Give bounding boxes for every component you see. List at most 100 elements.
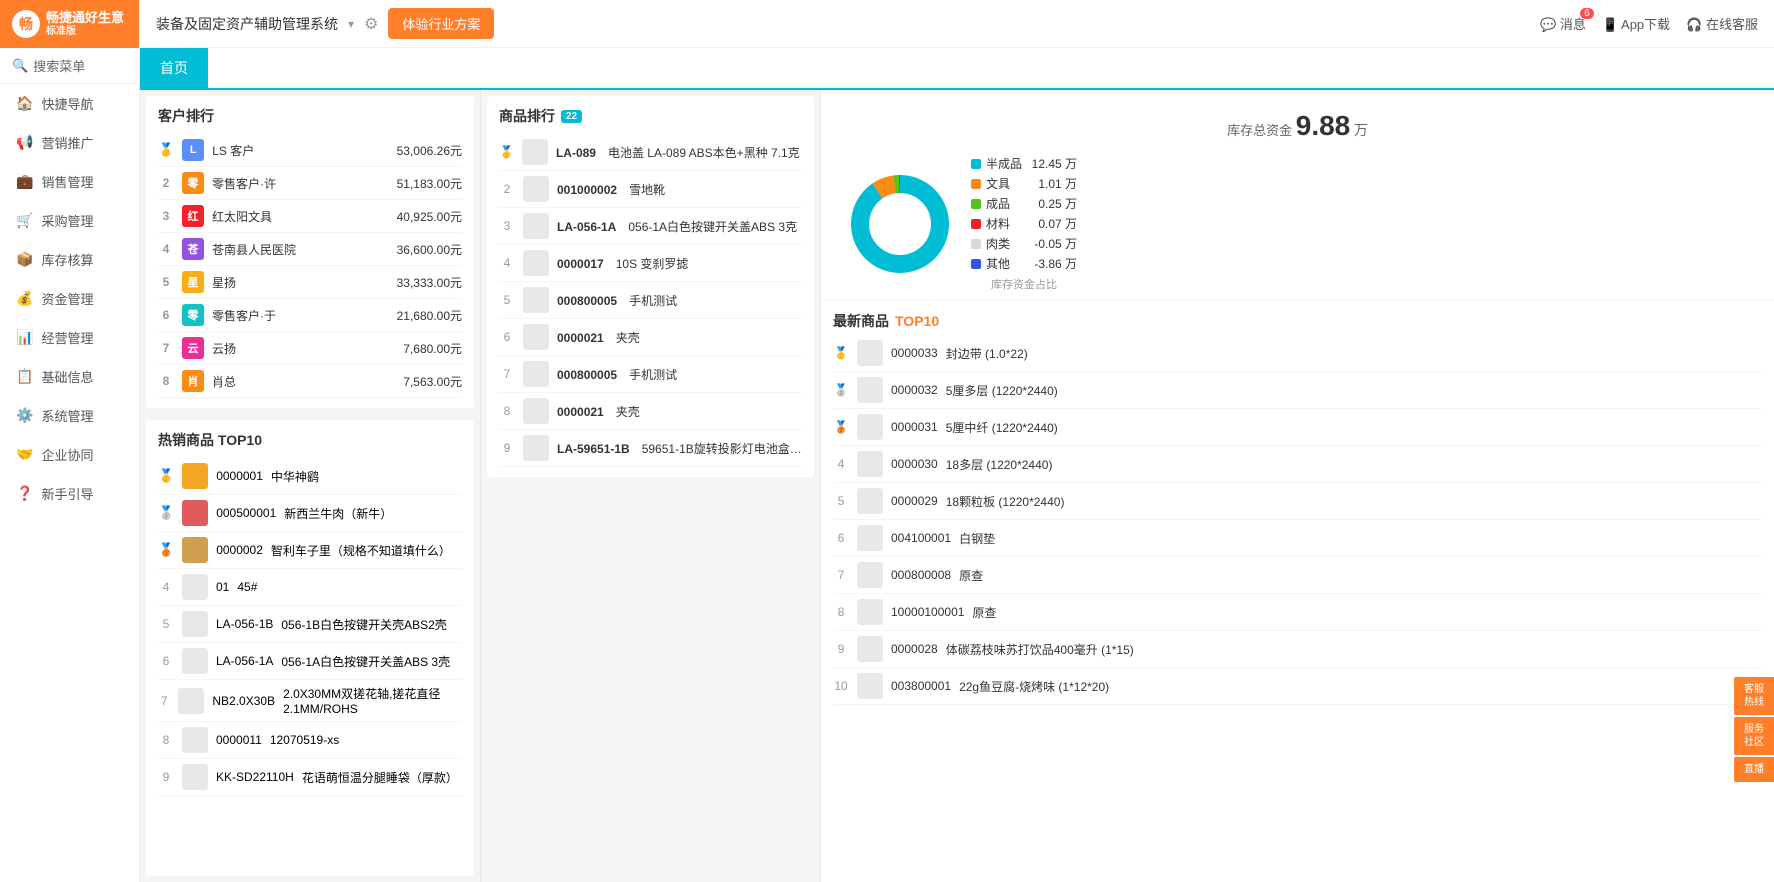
left-panel: 客户排行 🥇 L LS 客户 53,006.26元 2 零 零售客户·许 51,… (140, 90, 480, 882)
new-prod-name-9: 体碳荔枝味苏打饮品400毫升 (1*15) (946, 641, 1134, 658)
sidebar: 畅 畅捷通好生意 标准版 🔍 搜索菜单 🏠 快捷导航 📢 营销推广 💼 销售管理… (0, 0, 140, 882)
legend-val-6: -3.86 万 (1027, 255, 1077, 272)
content-grid: 客户排行 🥇 L LS 客户 53,006.26元 2 零 零售客户·许 51,… (140, 90, 1774, 882)
inventory-legend: 半成品 12.45 万 文具 1.01 万 成品 0 (971, 155, 1077, 292)
sidebar-item-inventory[interactable]: 📦 库存核算 (0, 240, 139, 279)
app-download-label: App下载 (1621, 17, 1670, 32)
customer-avatar-5: 星 (182, 271, 204, 293)
sidebar-logo: 畅 畅捷通好生意 标准版 (0, 0, 139, 48)
customer-rank-item-5: 5 星 星扬 33,333.00元 (158, 266, 462, 299)
customer-rank-item-2: 2 零 零售客户·许 51,183.00元 (158, 167, 462, 200)
product-rank-badge: 22 (561, 110, 582, 123)
prod-num-5: 5 (499, 293, 515, 307)
customer-value-1: 53,006.26元 (397, 142, 462, 159)
sidebar-item-purchase[interactable]: 🛒 采购管理 (0, 201, 139, 240)
hot-products-title: 热销商品 TOP10 (158, 430, 462, 450)
sidebar-item-finance[interactable]: 💰 资金管理 (0, 279, 139, 318)
new-prod-code-7: 000800008 (891, 568, 951, 582)
inventory-chart-label: 库存资金占比 (971, 276, 1077, 292)
collab-icon: 🤝 (16, 446, 33, 463)
customer-name-6: 零售客户·于 (212, 307, 389, 324)
float-service-hotline[interactable]: 客服热线 (1734, 677, 1774, 715)
product-ranking-list: 🥇 LA-089 电池盖 LA-089 ABS本色+黑种 7.1克 2 0010… (499, 134, 802, 467)
new-prod-4: 4 0000030 18多层 (1220*2440) (833, 446, 1762, 483)
hot-img-7 (178, 688, 204, 714)
customer-name-1: LS 客户 (212, 142, 388, 159)
new-prod-icon-6 (857, 525, 883, 551)
sidebar-label-marketing: 营销推广 (41, 133, 123, 152)
hot-item-8: 8 0000011 12070519-xs (158, 722, 462, 759)
new-rank-6: 6 (833, 531, 849, 545)
hot-item-4: 4 01 45# (158, 569, 462, 606)
sidebar-item-collab[interactable]: 🤝 企业协同 (0, 435, 139, 474)
prod-rank-1: 🥇 LA-089 电池盖 LA-089 ABS本色+黑种 7.1克 (499, 134, 802, 171)
hot-rank-6: 6 (158, 654, 174, 668)
legend-item-2: 文具 1.01 万 (971, 175, 1077, 192)
phone-icon: 📱 (1602, 17, 1618, 32)
online-service-item[interactable]: 🎧 在线客服 (1686, 14, 1758, 33)
rank-num-2: 2 (158, 176, 174, 190)
float-service-community[interactable]: 服务社区 (1734, 717, 1774, 755)
hot-rank-5: 5 (158, 617, 174, 631)
legend-dot-6 (971, 259, 981, 269)
sidebar-item-quicknav[interactable]: 🏠 快捷导航 (0, 84, 139, 123)
hot-item-5: 5 LA-056-1B 056-1B白色按键开关壳ABS2壳 (158, 606, 462, 643)
customer-value-7: 7,680.00元 (403, 340, 462, 357)
customer-avatar-3: 红 (182, 205, 204, 227)
tab-home[interactable]: 首页 (140, 48, 208, 88)
prod-name-3: LA-056-1A 056-1A白色按键开关盖ABS 3克 (557, 218, 802, 235)
customer-name-3: 红太阳文具 (212, 208, 389, 225)
message-badge: 6 (1580, 8, 1594, 19)
new-prod-icon-9 (857, 636, 883, 662)
settings-icon[interactable]: ⚙ (364, 14, 378, 34)
hot-code-8: 0000011 (216, 733, 262, 747)
inventory-value: 9.88 (1296, 110, 1351, 141)
prod-img-9 (523, 435, 549, 461)
mid-panel: 商品排行 22 🥇 LA-089 电池盖 LA-089 ABS本色+黑种 7.1… (480, 90, 820, 882)
legend-dot-3 (971, 199, 981, 209)
legend-item-1: 半成品 12.45 万 (971, 155, 1077, 172)
prod-name-9: LA-59651-1B 59651-1B旋转投影灯电池盒ABS黑色+58克 (557, 440, 802, 457)
customer-avatar-8: 肖 (182, 370, 204, 392)
hot-name-1: 中华神鹞 (271, 468, 319, 485)
hot-name-6: 056-1A白色按键开关盖ABS 3壳 (281, 653, 450, 670)
prod-num-9: 9 (499, 441, 515, 455)
dropdown-arrow-icon[interactable]: ▾ (348, 17, 354, 31)
rank-num-6: 6 (158, 308, 174, 322)
sidebar-item-sales[interactable]: 💼 销售管理 (0, 162, 139, 201)
search-menu-button[interactable]: 🔍 搜索菜单 (12, 56, 127, 75)
message-item[interactable]: 💬 消息 6 (1540, 14, 1586, 33)
hot-item-1: 🥇 0000001 中华神鹞 (158, 458, 462, 495)
legend-val-3: 0.25 万 (1027, 195, 1077, 212)
headset-icon: 🎧 (1686, 17, 1702, 32)
new-rank-1: 🥇 (833, 346, 849, 360)
inventory-title-label: 库存总资金 (1227, 123, 1292, 138)
product-ranking-title: 商品排行 22 (499, 106, 802, 126)
hot-item-6: 6 LA-056-1A 056-1A白色按键开关盖ABS 3壳 (158, 643, 462, 680)
sidebar-item-guide[interactable]: ❓ 新手引导 (0, 474, 139, 513)
message-label: 消息 (1560, 17, 1586, 32)
app-download-item[interactable]: 📱 App下载 (1602, 14, 1670, 33)
prod-name-5: 000800005 手机测试 (557, 292, 802, 309)
new-prod-7: 7 000800008 原查 (833, 557, 1762, 594)
sidebar-item-operation[interactable]: 📊 经营管理 (0, 318, 139, 357)
sidebar-item-basics[interactable]: 📋 基础信息 (0, 357, 139, 396)
hot-item-7: 7 NB2.0X30B 2.0X30MM双搓花轴,搓花直径2.1MM/ROHS (158, 680, 462, 722)
sidebar-item-marketing[interactable]: 📢 营销推广 (0, 123, 139, 162)
new-prod-code-4: 0000030 (891, 457, 938, 471)
customer-ranking-title: 客户排行 (158, 106, 462, 126)
sidebar-item-system[interactable]: ⚙️ 系统管理 (0, 396, 139, 435)
legend-name-3: 成品 (986, 195, 1022, 212)
hot-code-2: 000500001 (216, 506, 276, 520)
new-prod-3: 🥉 0000031 5厘中纤 (1220*2440) (833, 409, 1762, 446)
sidebar-search-item[interactable]: 🔍 搜索菜单 (0, 48, 139, 84)
trial-button[interactable]: 体验行业方案 (388, 8, 494, 39)
new-prod-icon-2 (857, 377, 883, 403)
hot-products-scroll: 🥇 0000001 中华神鹞 🥈 000500001 新西兰牛肉（新牛） 🥉 (158, 458, 462, 866)
message-icon: 💬 (1540, 17, 1556, 32)
prod-name-7: 000800005 手机测试 (557, 366, 802, 383)
customer-avatar-7: 云 (182, 337, 204, 359)
customer-rank-item-6: 6 零 零售客户·于 21,680.00元 (158, 299, 462, 332)
guide-icon: ❓ (16, 485, 33, 502)
float-service-live[interactable]: 直播 (1734, 757, 1774, 782)
